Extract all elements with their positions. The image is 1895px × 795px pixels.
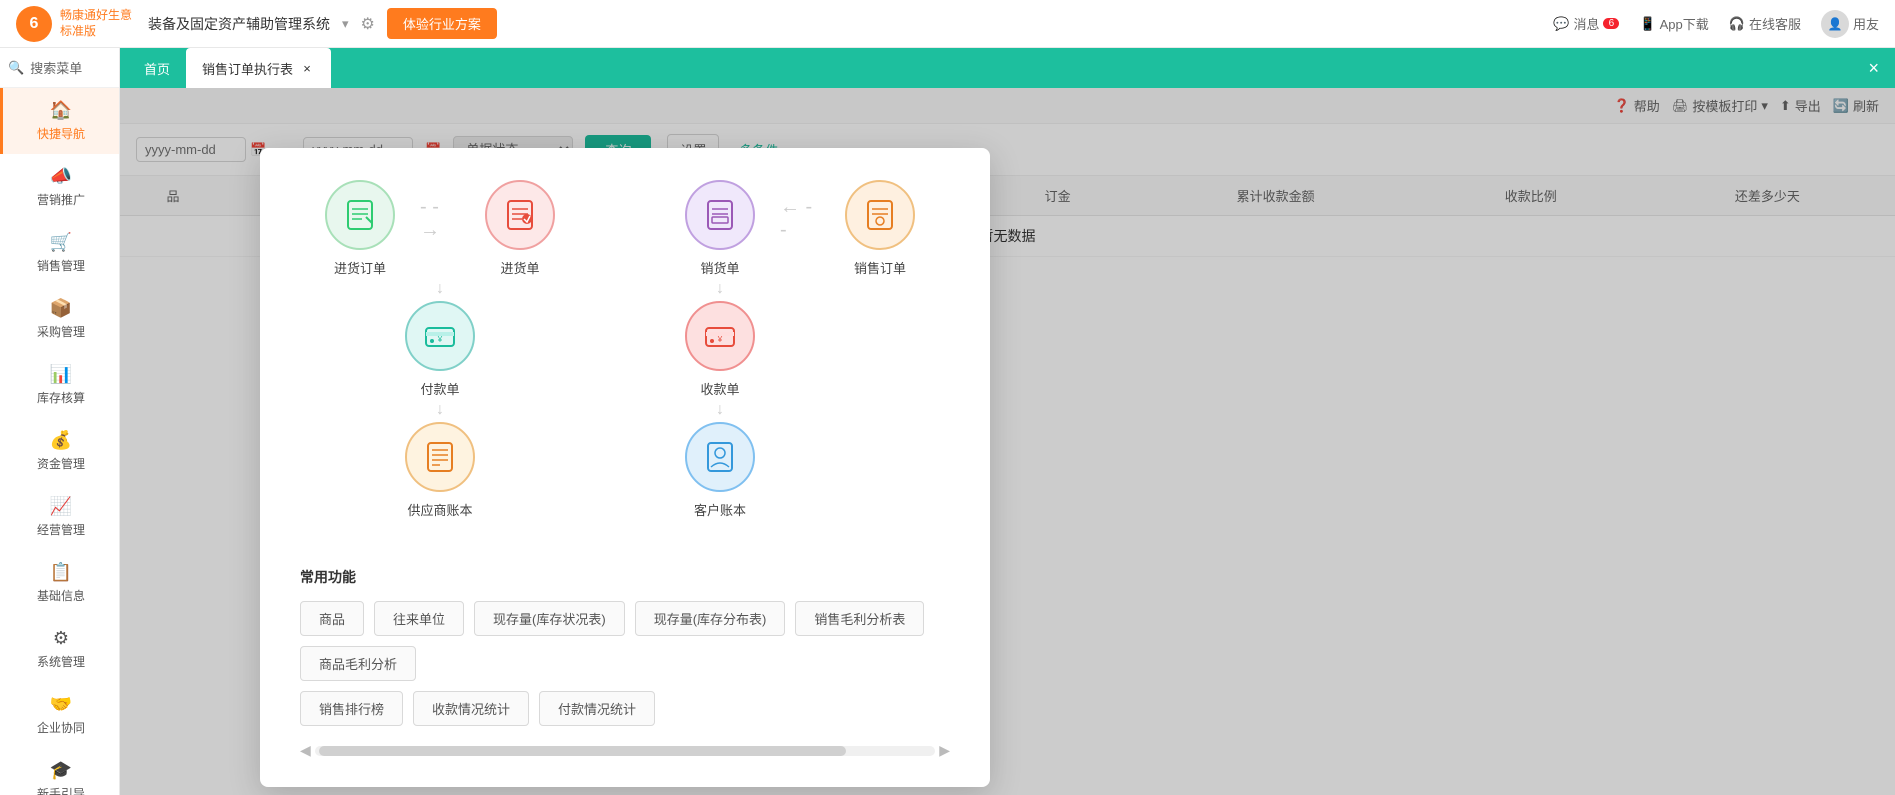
svg-text:¥: ¥ [717,335,723,344]
func-btn-8[interactable]: 付款情况统计 [539,691,655,726]
func-btn-1[interactable]: 往来单位 [374,601,464,636]
func-btn-0[interactable]: 商品 [300,601,364,636]
flow-node-fukuan[interactable]: ¥ 付款单 [405,301,475,398]
settings-icon[interactable]: ⚙ [361,14,375,34]
base-info-icon: 📋 [50,562,72,583]
arrow-v3: ↓ [436,401,444,419]
svg-text:¥: ¥ [437,335,443,344]
arrow-v4: ↓ [716,401,724,419]
system-title: 装备及固定资产辅助管理系统 [148,14,330,34]
logo-area: 6 畅康通好生意 标准版 [16,6,136,42]
user-action[interactable]: 👤 用友 [1821,10,1879,38]
search-icon: 🔍 [8,60,24,76]
flow-node-xiaohuo[interactable]: 销货单 [685,180,755,277]
operations-icon: 📈 [50,496,72,517]
flow-diagram: 进货订单 - - → 进货单 [300,180,950,543]
sidebar: 🔍 搜索菜单 🏠 快捷导航 📣 营销推广 🛒 销售管理 📦 采购管理 📊 [0,48,120,795]
tab-sales-order-exec[interactable]: 销售订单执行表 × [186,48,331,88]
message-action[interactable]: 💬 消息 6 [1553,14,1619,33]
page-area: 首页 销售订单执行表 × × ❓ 帮助 🖨 按 [120,48,1895,795]
arrow-h1: - - → [420,196,460,242]
func-btn-7[interactable]: 收款情况统计 [413,691,529,726]
scroll-left-btn[interactable]: ◀ [300,742,311,759]
common-functions-list-2: 销售排行榜 收款情况统计 付款情况统计 [300,691,950,726]
quick-nav-icon: 🏠 [50,100,72,121]
common-functions-list: 商品 往来单位 现存量(库存状况表) 现存量(库存分布表) 销售毛利分析表 商品… [300,601,950,681]
flow-node-shoukuan[interactable]: ¥ 收款单 [685,301,755,398]
flow-node-kehu[interactable]: 客户账本 [685,422,755,519]
dropdown-icon[interactable]: ▾ [342,16,349,32]
app-download-action[interactable]: 📱 App下载 [1639,14,1708,33]
sidebar-item-system[interactable]: ⚙ 系统管理 [0,616,119,682]
sidebar-item-quick-nav[interactable]: 🏠 快捷导航 [0,88,119,154]
flow-node-jinhuo[interactable]: 进货单 [485,180,555,277]
top-bar-right: 💬 消息 6 📱 App下载 🎧 在线客服 👤 用友 [1553,10,1879,38]
sidebar-item-sales[interactable]: 🛒 销售管理 [0,220,119,286]
logo-icon: 6 [16,6,52,42]
sidebar-item-marketing[interactable]: 📣 营销推广 [0,154,119,220]
phone-icon: 📱 [1639,16,1655,32]
marketing-icon: 📣 [50,166,72,187]
flow-node-jinhuo-dd[interactable]: 进货订单 [325,180,395,277]
scroll-track[interactable] [315,746,935,756]
experience-btn[interactable]: 体验行业方案 [387,8,497,39]
content-area: 🔍 搜索菜单 🏠 快捷导航 📣 营销推广 🛒 销售管理 📦 采购管理 📊 [0,48,1895,795]
sidebar-item-purchase[interactable]: 📦 采购管理 [0,286,119,352]
func-btn-6[interactable]: 销售排行榜 [300,691,403,726]
enterprise-icon: 🤝 [50,694,72,715]
headset-icon: 🎧 [1729,16,1745,32]
sidebar-item-operations[interactable]: 📈 经营管理 [0,484,119,550]
func-btn-5[interactable]: 商品毛利分析 [300,646,416,681]
tab-home[interactable]: 首页 [128,48,186,88]
message-badge: 6 [1603,18,1619,29]
modal-box: 进货订单 - - → 进货单 [260,148,990,787]
arrow-h2: ← - - [780,196,820,242]
sidebar-item-finance[interactable]: 💰 资金管理 [0,418,119,484]
top-bar: 6 畅康通好生意 标准版 装备及固定资产辅助管理系统 ▾ ⚙ 体验行业方案 💬 … [0,0,1895,48]
flow-node-gongyingshang[interactable]: 供应商账本 [405,422,475,519]
sidebar-item-newcomer[interactable]: 🎓 新手引导 [0,748,119,795]
tab-close-btn[interactable]: × [299,60,315,76]
logo-text: 畅康通好生意 标准版 [60,8,132,39]
func-btn-4[interactable]: 销售毛利分析表 [795,601,924,636]
arrow-v2: ↓ [716,280,724,298]
func-btn-2[interactable]: 现存量(库存状况表) [474,601,625,636]
scroll-thumb [319,746,846,756]
system-icon: ⚙ [53,628,69,649]
tab-bar: 首页 销售订单执行表 × × [120,48,1895,88]
sidebar-item-base-info[interactable]: 📋 基础信息 [0,550,119,616]
modal-scrollbar: ◀ ▶ [300,742,950,759]
purchase-icon: 📦 [50,298,72,319]
message-icon: 💬 [1553,16,1569,32]
sidebar-search[interactable]: 🔍 搜索菜单 [0,48,119,88]
sales-icon: 🛒 [50,232,72,253]
online-service-action[interactable]: 🎧 在线客服 [1729,14,1801,33]
func-btn-3[interactable]: 现存量(库存分布表) [635,601,786,636]
modal-overlay: 进货订单 - - → 进货单 [120,88,1895,795]
common-functions-section: 常用功能 商品 往来单位 现存量(库存状况表) 现存量(库存分布表) 销售毛利分… [300,567,950,726]
common-functions-title: 常用功能 [300,567,950,587]
avatar: 👤 [1821,10,1849,38]
sidebar-item-enterprise[interactable]: 🤝 企业协同 [0,682,119,748]
newcomer-icon: 🎓 [50,760,72,781]
main-content: ❓ 帮助 🖨 按模板打印 ▾ ⬆ 导出 🔄 刷新 [120,88,1895,795]
flow-node-xiaoshou-dd[interactable]: 销售订单 [845,180,915,277]
finance-icon: 💰 [50,430,72,451]
scroll-right-btn[interactable]: ▶ [939,742,950,759]
window-close-btn[interactable]: × [1860,58,1887,79]
top-bar-left: 6 畅康通好生意 标准版 装备及固定资产辅助管理系统 ▾ ⚙ 体验行业方案 [16,6,497,42]
inventory-icon: 📊 [50,364,72,385]
arrow-v1: ↓ [436,280,444,298]
sidebar-item-inventory[interactable]: 📊 库存核算 [0,352,119,418]
